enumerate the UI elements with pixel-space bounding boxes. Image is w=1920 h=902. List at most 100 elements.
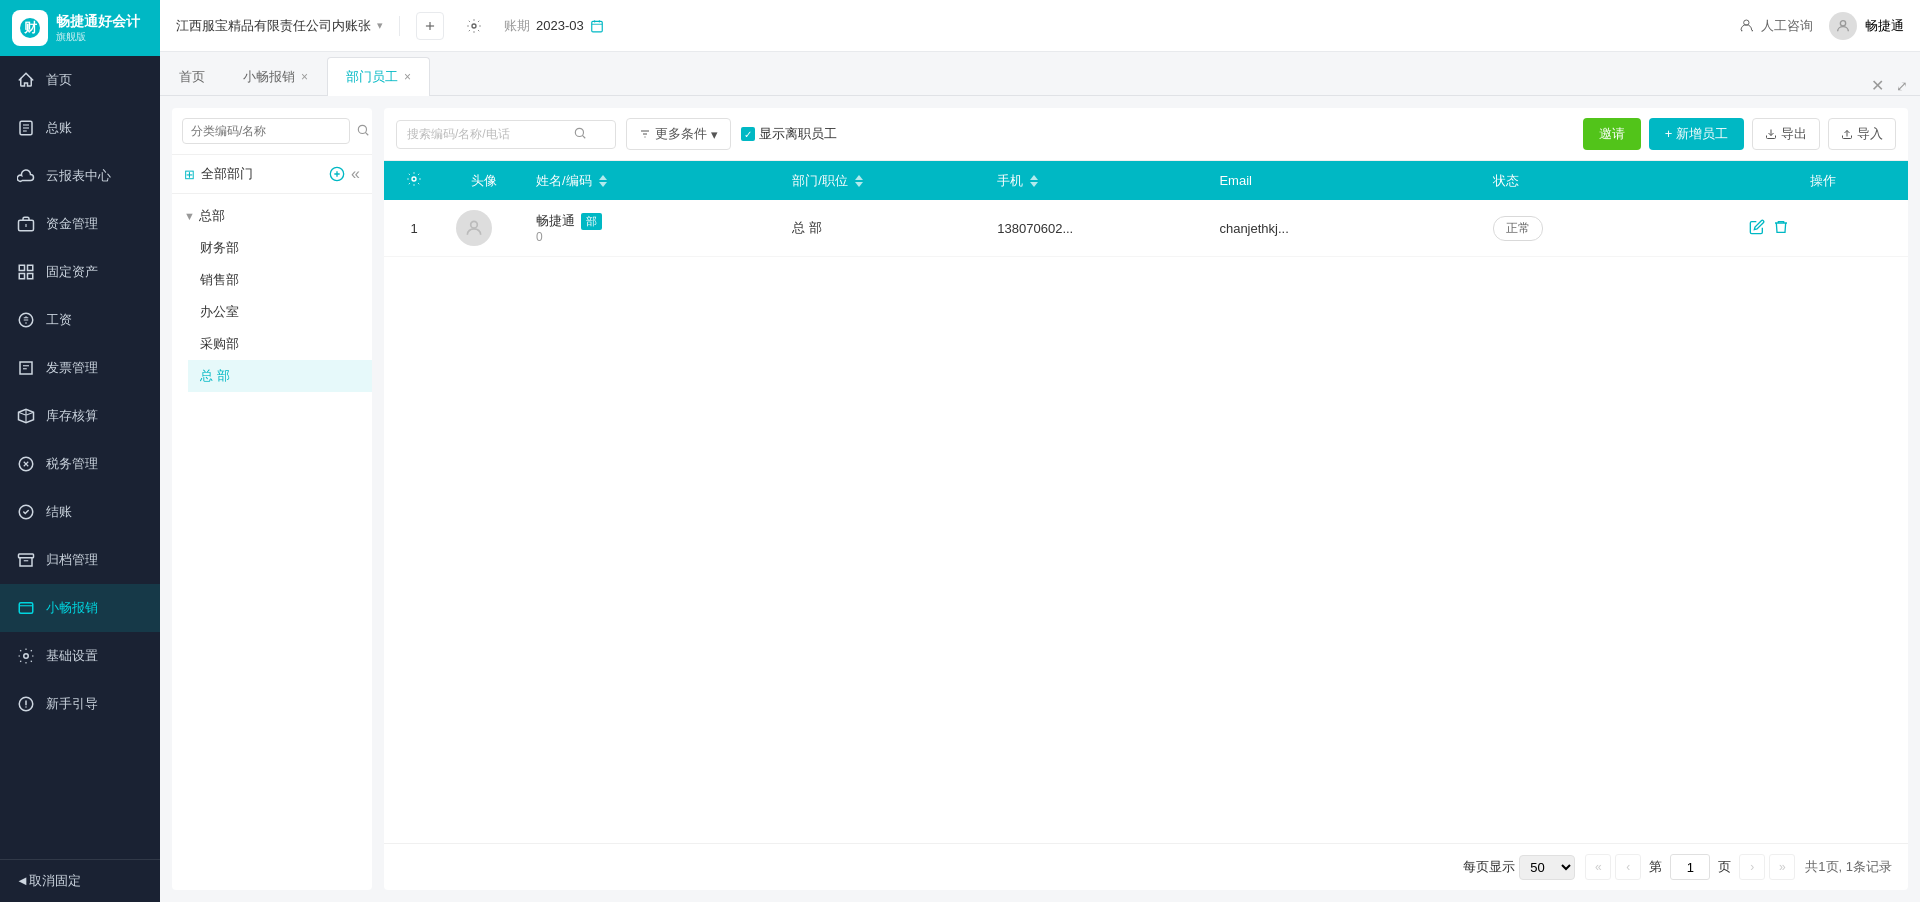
dept-zongbu-label: 总 部 [200, 367, 230, 385]
col-name-code[interactable]: 姓名/编码 [524, 161, 780, 200]
invoice-icon [16, 358, 36, 378]
settings-button[interactable] [460, 12, 488, 40]
close-tab-icon[interactable]: ✕ [1871, 76, 1884, 95]
cancel-fixed-btn[interactable]: ◄取消固定 [0, 859, 160, 902]
service-btn[interactable]: 人工咨询 [1739, 17, 1813, 35]
app-logo-icon: 财 [12, 10, 48, 46]
cell-status: 正常 [1481, 200, 1737, 257]
dept-group-root: ▼ 总部 财务部 销售部 办公室 [172, 200, 372, 392]
tab-dept-employee[interactable]: 部门员工 × [327, 57, 430, 96]
employee-search-area [396, 120, 616, 149]
edit-employee-button[interactable] [1749, 219, 1765, 238]
import-button[interactable]: 导入 [1828, 118, 1896, 150]
invite-button[interactable]: 邀请 [1583, 118, 1641, 150]
sidebar-item-xiaochang[interactable]: 小畅报销 [0, 584, 160, 632]
svg-rect-11 [19, 274, 24, 279]
app-subtitle: 旗舰版 [56, 30, 140, 44]
add-dept-icon[interactable] [329, 166, 345, 182]
col-avatar-label: 头像 [471, 173, 497, 188]
sidebar-item-home[interactable]: 首页 [0, 56, 160, 104]
sidebar-item-inventory-label: 库存核算 [46, 407, 98, 425]
dept-root-label: 总部 [199, 207, 225, 225]
col-dept-label: 部门/职位 [792, 172, 848, 190]
export-button[interactable]: 导出 [1752, 118, 1820, 150]
col-email-label: Email [1219, 173, 1252, 188]
sidebar-item-guide[interactable]: 新手引导 [0, 680, 160, 728]
dept-item-caigou[interactable]: 采购部 [188, 328, 372, 360]
sidebar-item-ledger[interactable]: 总账 [0, 104, 160, 152]
dept-tree-parent-root[interactable]: ▼ 总部 [172, 200, 372, 232]
col-status-label: 状态 [1493, 173, 1519, 188]
employee-email: chanjethkj... [1219, 221, 1288, 236]
expand-tab-icon[interactable]: ⤢ [1896, 78, 1908, 94]
page-number-label: 第 [1645, 858, 1666, 876]
collapse-icon[interactable]: « [351, 165, 360, 183]
last-page-button[interactable]: » [1769, 854, 1795, 880]
content-area: ⊞ 全部部门 « ▼ 总部 [160, 96, 1920, 902]
col-dept-pos[interactable]: 部门/职位 [780, 161, 985, 200]
user-menu[interactable]: 畅捷通 [1829, 12, 1904, 40]
sidebar-item-guide-label: 新手引导 [46, 695, 98, 713]
sidebar-item-salary[interactable]: 工资 [0, 296, 160, 344]
filter-dropdown-icon: ▾ [711, 127, 718, 142]
dept-item-xiaoshou[interactable]: 销售部 [188, 264, 372, 296]
add-employee-label: + 新增员工 [1665, 125, 1728, 143]
sidebar-item-asset-label: 资金管理 [46, 215, 98, 233]
add-employee-button[interactable]: + 新增员工 [1649, 118, 1744, 150]
employee-search-icon[interactable] [573, 126, 587, 143]
sidebar-item-close-acct[interactable]: 结账 [0, 488, 160, 536]
sidebar-item-basic-label: 基础设置 [46, 647, 98, 665]
delete-employee-button[interactable] [1773, 219, 1789, 238]
add-company-button[interactable] [416, 12, 444, 40]
employee-search-input[interactable] [407, 127, 567, 141]
tab-xiaochang-close[interactable]: × [301, 71, 308, 83]
svg-rect-17 [19, 554, 34, 558]
sidebar-item-basic[interactable]: 基础设置 [0, 632, 160, 680]
settings-icon-col[interactable] [406, 171, 422, 190]
sidebar-item-inventory[interactable]: 库存核算 [0, 392, 160, 440]
period-selector[interactable]: 账期 2023-03 [504, 17, 604, 35]
col-email: Email [1207, 161, 1480, 200]
asset-icon [16, 214, 36, 234]
svg-point-37 [575, 128, 583, 136]
dept-item-zongbu[interactable]: 总 部 [188, 360, 372, 392]
sidebar-item-invoice[interactable]: 发票管理 [0, 344, 160, 392]
next-page-button[interactable]: › [1739, 854, 1765, 880]
sidebar-item-archive[interactable]: 归档管理 [0, 536, 160, 584]
dept-sort-icon [854, 174, 864, 188]
employee-name: 畅捷通 [536, 212, 575, 230]
svg-rect-26 [591, 21, 602, 31]
row-index: 1 [410, 221, 417, 236]
tab-home[interactable]: 首页 [160, 57, 224, 96]
tab-xiaochang[interactable]: 小畅报销 × [224, 57, 327, 96]
employee-panel: 更多条件 ▾ ✓ 显示离职员工 邀请 + 新增员工 [384, 108, 1908, 890]
page-size-select[interactable]: 50 10 20 100 [1519, 855, 1575, 880]
cell-action [1737, 200, 1908, 257]
tabbar: 首页 小畅报销 × 部门员工 × ✕ ⤢ [160, 52, 1920, 96]
more-filter-button[interactable]: 更多条件 ▾ [626, 118, 731, 150]
dept-item-caiwu[interactable]: 财务部 [188, 232, 372, 264]
col-phone[interactable]: 手机 [985, 161, 1207, 200]
dept-item-bangongshi[interactable]: 办公室 [188, 296, 372, 328]
dept-search-icon[interactable] [356, 123, 370, 140]
tab-dept-close[interactable]: × [404, 71, 411, 83]
dept-search-input[interactable] [182, 118, 350, 144]
xiaochang-icon [16, 598, 36, 618]
employees-data-table: 头像 姓名/编码 [384, 161, 1908, 257]
sidebar-item-fixed-asset[interactable]: 固定资产 [0, 248, 160, 296]
show-resigned-toggle[interactable]: ✓ 显示离职员工 [741, 125, 837, 143]
page-label: 页 [1714, 858, 1735, 876]
app-title: 畅捷通好会计 [56, 12, 140, 30]
cell-dept: 总 部 [780, 200, 985, 257]
company-selector[interactable]: 江西服宝精品有限责任公司内账张 ▾ [176, 17, 383, 35]
user-avatar [1829, 12, 1857, 40]
prev-page-button[interactable]: ‹ [1615, 854, 1641, 880]
sidebar-item-cloud-report[interactable]: 云报表中心 [0, 152, 160, 200]
sidebar-item-asset-mgmt[interactable]: 资金管理 [0, 200, 160, 248]
sidebar-item-tax[interactable]: 税务管理 [0, 440, 160, 488]
first-page-button[interactable]: « [1585, 854, 1611, 880]
employee-toolbar: 更多条件 ▾ ✓ 显示离职员工 邀请 + 新增员工 [384, 108, 1908, 161]
page-number-input[interactable] [1670, 854, 1710, 880]
grid-icon: ⊞ [184, 167, 195, 182]
sidebar-item-fixed-label: 固定资产 [46, 263, 98, 281]
